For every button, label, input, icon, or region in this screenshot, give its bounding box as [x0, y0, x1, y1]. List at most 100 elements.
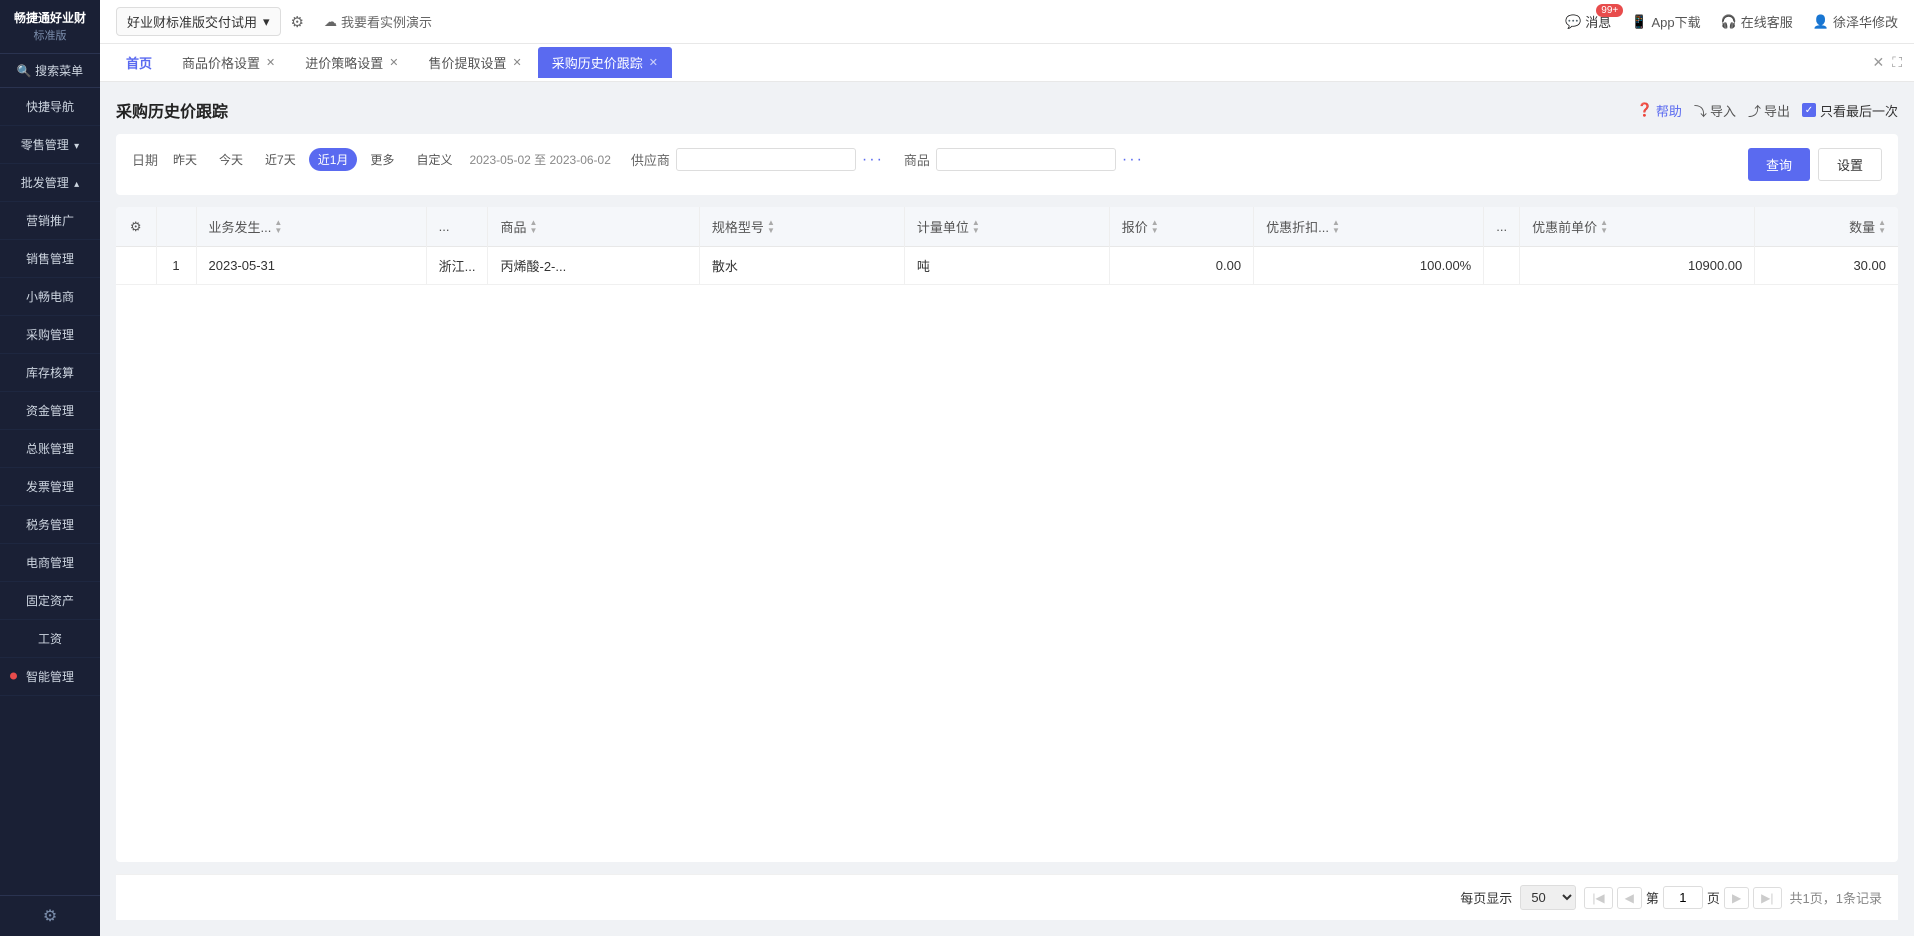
date-btn-today[interactable]: 今天 [210, 148, 252, 171]
sort-product[interactable]: 商品 ▲▼ [500, 217, 537, 236]
sidebar-item-salary[interactable]: 工资 [0, 620, 100, 658]
sidebar-item-invoice[interactable]: 发票管理 [0, 468, 100, 506]
sidebar-item-ecommerce-small[interactable]: 小畅电商 [0, 278, 100, 316]
product-input[interactable] [936, 148, 1116, 171]
query-button[interactable]: 查询 [1748, 148, 1810, 181]
sort-unit[interactable]: 计量单位 ▲▼ [917, 217, 980, 236]
chevron-down-icon: ▾ [263, 14, 270, 30]
date-btn-7days[interactable]: 近7天 [256, 148, 305, 171]
page-last-button[interactable]: ▶| [1753, 887, 1781, 909]
message-button[interactable]: 💬 消息 99+ [1565, 12, 1611, 31]
close-icon[interactable]: ✕ [513, 56, 522, 69]
sort-arrows-unit: ▲▼ [972, 219, 980, 235]
only-last-checkbox-group[interactable]: ✓ 只看最后一次 [1802, 101, 1898, 120]
col-product-label: 商品 [500, 217, 526, 236]
sidebar-item-label: 工资 [38, 632, 62, 646]
col-qty[interactable]: 数量 ▲▼ [1755, 207, 1898, 247]
sort-spec[interactable]: 规格型号 ▲▼ [712, 217, 775, 236]
sidebar-item-tax[interactable]: 税务管理 [0, 506, 100, 544]
sort-date[interactable]: 业务发生... ▲▼ [209, 217, 283, 236]
close-icon[interactable]: ✕ [389, 56, 398, 69]
sidebar-item-finance[interactable]: 资金管理 [0, 392, 100, 430]
col-discount[interactable]: 优惠折扣... ▲▼ [1254, 207, 1484, 247]
sidebar-search[interactable]: 🔍 搜索菜单 [0, 54, 100, 88]
date-btn-1month[interactable]: 近1月 [309, 148, 358, 171]
chevron-down-icon: ▾ [74, 141, 79, 152]
date-options: 昨天 今天 近7天 近1月 更多 自定义 2023-05-02 至 2023-0… [164, 148, 611, 171]
tab-home-label: 首页 [126, 53, 152, 72]
sidebar-item-sales[interactable]: 销售管理 [0, 240, 100, 278]
col-pre-discount-price[interactable]: 优惠前单价 ▲▼ [1520, 207, 1755, 247]
sidebar-item-marketing[interactable]: 营销推广 [0, 202, 100, 240]
date-btn-more[interactable]: 更多 [361, 148, 403, 171]
col-discount-dots[interactable]: ... [1484, 207, 1520, 247]
sidebar: 畅捷通好业财 标准版 🔍 搜索菜单 快捷导航 零售管理 ▾ 批发管理 ▴ 营销推… [0, 0, 100, 936]
date-btn-yesterday[interactable]: 昨天 [164, 148, 206, 171]
tab-history-price[interactable]: 采购历史价跟踪 ✕ [538, 47, 672, 78]
sort-pre-discount-price[interactable]: 优惠前单价 ▲▼ [1532, 217, 1608, 236]
sidebar-item-inventory[interactable]: 库存核算 [0, 354, 100, 392]
page-number-input[interactable] [1663, 886, 1703, 909]
sidebar-item-smart[interactable]: 智能管理 [0, 658, 100, 696]
sidebar-item-purchase[interactable]: 采购管理 [0, 316, 100, 354]
tab-purchase-strategy[interactable]: 进价策略设置 ✕ [291, 47, 412, 78]
col-settings[interactable]: ⚙ [116, 207, 156, 247]
page: 采购历史价跟踪 ❓ 帮助 ⤵ 导入 ⤴ 导出 ✓ 只看最后一次 [100, 82, 1914, 936]
col-product[interactable]: 商品 ▲▼ [488, 207, 699, 247]
topbar-settings-icon[interactable]: ⚙ [291, 13, 304, 31]
tab-sale-price[interactable]: 售价提取设置 ✕ [414, 47, 535, 78]
date-btn-custom[interactable]: 自定义 [407, 148, 461, 171]
per-page-select[interactable]: 50 20 100 [1520, 885, 1576, 910]
only-last-checkbox[interactable]: ✓ [1802, 103, 1816, 117]
topbar-right: 💬 消息 99+ 📱 App下载 🎧 在线客服 👤 徐泽华修改 [1565, 12, 1898, 31]
col-dots[interactable]: ... [426, 207, 488, 247]
cell-date: 2023-05-31 [196, 247, 426, 285]
sidebar-item-retail[interactable]: 零售管理 ▾ [0, 126, 100, 164]
tab-price-label: 商品价格设置 [182, 53, 260, 72]
sidebar-settings-button[interactable]: ⚙ [0, 895, 100, 936]
online-service-button[interactable]: 🎧 在线客服 [1721, 12, 1793, 31]
tab-price[interactable]: 商品价格设置 ✕ [168, 47, 289, 78]
col-date[interactable]: 业务发生... ▲▼ [196, 207, 426, 247]
cell-seq: 1 [156, 247, 196, 285]
product-dots[interactable]: ··· [1122, 151, 1144, 169]
export-button[interactable]: ⤴ 导出 [1748, 101, 1790, 120]
sort-discount[interactable]: 优惠折扣... ▲▼ [1266, 217, 1340, 236]
tab-sale-price-label: 售价提取设置 [428, 53, 506, 72]
col-price[interactable]: 报价 ▲▼ [1109, 207, 1253, 247]
demo-link[interactable]: ☁ 我要看实例演示 [324, 12, 432, 31]
sort-arrows-price: ▲▼ [1151, 219, 1159, 235]
sort-arrows-spec: ▲▼ [767, 219, 775, 235]
sort-qty[interactable]: 数量 ▲▼ [1849, 217, 1886, 236]
demo-label: 我要看实例演示 [341, 12, 432, 31]
cell-discount-extra [1484, 247, 1520, 285]
message-badge: 99+ [1596, 4, 1623, 17]
version-select[interactable]: 好业财标准版交付试用 ▾ [116, 7, 281, 36]
tab-home[interactable]: 首页 [112, 47, 166, 78]
page-prev-button[interactable]: ◀ [1617, 887, 1642, 909]
close-icon[interactable]: ✕ [649, 56, 658, 69]
col-unit[interactable]: 计量单位 ▲▼ [904, 207, 1109, 247]
sidebar-item-fixed-assets[interactable]: 固定资产 [0, 582, 100, 620]
help-link[interactable]: ❓ 帮助 [1637, 101, 1682, 120]
sidebar-item-label: 小畅电商 [26, 290, 74, 304]
expand-icon[interactable]: ⛶ [1892, 54, 1902, 71]
sidebar-item-ledger[interactable]: 总账管理 [0, 430, 100, 468]
phone-icon: 📱 [1631, 14, 1647, 30]
page-next-button[interactable]: ▶ [1724, 887, 1749, 909]
settings-button[interactable]: 设置 [1818, 148, 1882, 181]
app-download-button[interactable]: 📱 App下载 [1631, 12, 1700, 31]
close-panel-icon[interactable]: ✕ [1872, 54, 1884, 71]
supplier-input[interactable] [676, 148, 856, 171]
supplier-filter-label: 供应商 [631, 150, 670, 169]
import-button[interactable]: ⤵ 导入 [1694, 101, 1736, 120]
sidebar-item-wholesale[interactable]: 批发管理 ▴ [0, 164, 100, 202]
sidebar-item-ecommerce[interactable]: 电商管理 [0, 544, 100, 582]
sidebar-item-quick-nav[interactable]: 快捷导航 [0, 88, 100, 126]
sort-price[interactable]: 报价 ▲▼ [1122, 217, 1159, 236]
col-spec[interactable]: 规格型号 ▲▼ [699, 207, 904, 247]
close-icon[interactable]: ✕ [266, 56, 275, 69]
page-first-button[interactable]: |◀ [1584, 887, 1612, 909]
user-button[interactable]: 👤 徐泽华修改 [1813, 12, 1898, 31]
supplier-dots[interactable]: ··· [862, 151, 884, 169]
